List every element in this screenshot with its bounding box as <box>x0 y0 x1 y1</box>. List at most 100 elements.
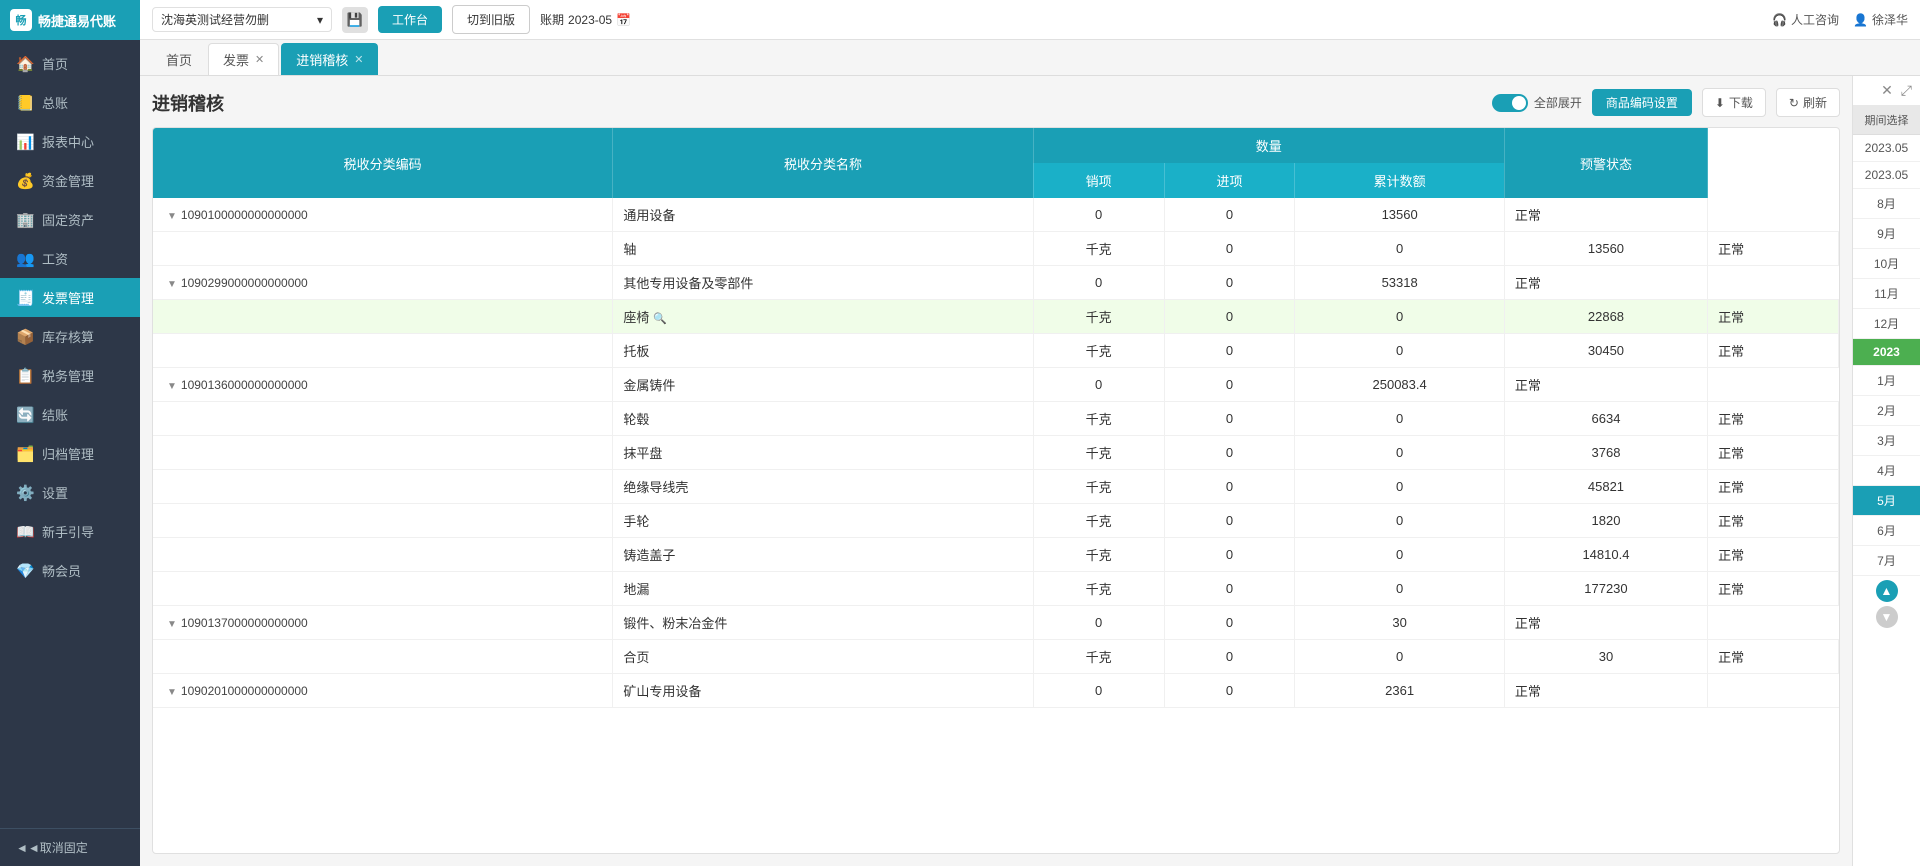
workbench-button[interactable]: 工作台 <box>378 6 442 33</box>
cell-unit: 千克 <box>1033 538 1164 572</box>
period-item[interactable]: 12月 <box>1853 309 1920 339</box>
cell-warning: 正常 <box>1708 300 1839 334</box>
sidebar-label-archive: 归档管理 <box>42 444 94 463</box>
period-nav: ▲ ▼ <box>1853 576 1920 632</box>
calendar-icon[interactable]: 📅 <box>616 13 631 27</box>
cell-purchase: 0 <box>1164 266 1295 300</box>
period-selector-header[interactable]: 期间选择 <box>1853 106 1920 135</box>
old-version-button[interactable]: 切到旧版 <box>452 5 530 34</box>
tab-invoice[interactable]: 发票 ✕ <box>208 43 279 75</box>
sidebar-item-home[interactable]: 🏠首页 <box>0 44 140 83</box>
cell-warning: 正常 <box>1708 232 1839 266</box>
tax-icon: 📋 <box>16 367 34 385</box>
table-row: 铸造盖子 千克 0 0 14810.4 正常 <box>153 538 1839 572</box>
panel-close-button[interactable]: ✕ <box>1881 82 1893 99</box>
th-purchase: 进项 <box>1164 163 1295 198</box>
period-up-button[interactable]: ▲ <box>1876 580 1898 602</box>
sidebar-label-capital: 资金管理 <box>42 171 94 190</box>
cell-unit: 千克 <box>1033 470 1164 504</box>
sidebar-item-payroll[interactable]: 👥工资 <box>0 239 140 278</box>
cell-code <box>153 470 613 504</box>
cell-name: 其他专用设备及零部件 <box>613 266 1033 300</box>
cell-warning: 正常 <box>1708 572 1839 606</box>
sidebar-item-report[interactable]: 📊报表中心 <box>0 122 140 161</box>
cell-name: 锻件、粉末冶金件 <box>613 606 1033 640</box>
sidebar-item-archive[interactable]: 🗂️归档管理 <box>0 434 140 473</box>
table-body: ▼1090100000000000000 通用设备 0 0 13560 正常 轴… <box>153 198 1839 708</box>
sidebar-label-inventory: 库存核算 <box>42 327 94 346</box>
search-icon[interactable]: 🔍 <box>653 313 667 325</box>
company-name: 沈海英测试经营勿删 <box>161 11 311 28</box>
settings-icon: ⚙️ <box>16 484 34 502</box>
period-item[interactable]: 2023.05 <box>1853 135 1920 162</box>
user-profile[interactable]: 👤 徐泽华 <box>1853 11 1908 28</box>
company-selector[interactable]: 沈海英测试经营勿删 ▾ <box>152 7 332 32</box>
cell-warning: 正常 <box>1708 504 1839 538</box>
cell-name: 座椅 🔍 <box>613 300 1033 334</box>
cell-code <box>153 232 613 266</box>
cell-sales: 0 <box>1033 266 1164 300</box>
refresh-button[interactable]: ↻ 刷新 <box>1776 88 1840 117</box>
cell-name: 轮毂 <box>613 402 1033 436</box>
sidebar-item-ledger[interactable]: 📒总账 <box>0 83 140 122</box>
sidebar-unpin[interactable]: ◄◄取消固定 <box>0 828 140 866</box>
cell-sales: 0 <box>1033 368 1164 402</box>
cell-sales: 0 <box>1164 572 1295 606</box>
period-item[interactable]: 2月 <box>1853 396 1920 426</box>
tab-reconcile-close[interactable]: ✕ <box>354 53 363 66</box>
sidebar-item-vip[interactable]: 💎畅会员 <box>0 551 140 590</box>
period-item[interactable]: 7月 <box>1853 546 1920 576</box>
sidebar-label-home: 首页 <box>42 54 68 73</box>
cell-unit: 千克 <box>1033 300 1164 334</box>
chevron-down-icon: ▾ <box>317 13 323 27</box>
sidebar-item-guide[interactable]: 📖新手引导 <box>0 512 140 551</box>
period-item[interactable]: 6月 <box>1853 516 1920 546</box>
period-item[interactable]: 1月 <box>1853 366 1920 396</box>
sidebar-nav: 🏠首页📒总账📊报表中心💰资金管理🏢固定资产👥工资🧾发票管理📦库存核算📋税务管理🔄… <box>0 40 140 828</box>
th-tax-name: 税收分类名称 <box>613 128 1033 198</box>
period-item[interactable]: 2023 <box>1853 339 1920 366</box>
expand-all-toggle[interactable]: 全部展开 <box>1492 94 1582 112</box>
sidebar-item-settings[interactable]: ⚙️设置 <box>0 473 140 512</box>
period-item[interactable]: 9月 <box>1853 219 1920 249</box>
tab-invoice-label: 发票 <box>223 50 249 69</box>
sidebar-item-assets[interactable]: 🏢固定资产 <box>0 200 140 239</box>
tab-invoice-close[interactable]: ✕ <box>255 53 264 66</box>
panel-expand-button[interactable]: ⤢ <box>1901 82 1912 99</box>
cell-purchase: 0 <box>1295 300 1504 334</box>
cell-cumulative: 3768 <box>1504 436 1707 470</box>
cell-name: 绝缘导线壳 <box>613 470 1033 504</box>
cell-name: 矿山专用设备 <box>613 674 1033 708</box>
period-item[interactable]: 8月 <box>1853 189 1920 219</box>
sidebar-label-assets: 固定资产 <box>42 210 94 229</box>
period-item[interactable]: 2023.05 <box>1853 162 1920 189</box>
sidebar-item-inventory[interactable]: 📦库存核算 <box>0 317 140 356</box>
period-item[interactable]: 10月 <box>1853 249 1920 279</box>
cell-warning: 正常 <box>1708 538 1839 572</box>
download-button[interactable]: ⬇ 下载 <box>1702 88 1766 117</box>
cell-sales: 0 <box>1164 640 1295 674</box>
sidebar-item-invoice-mgmt[interactable]: 🧾发票管理 <box>0 278 140 317</box>
save-icon[interactable]: 💾 <box>342 7 368 33</box>
tab-home[interactable]: 首页 <box>152 44 206 75</box>
sidebar-item-tax[interactable]: 📋税务管理 <box>0 356 140 395</box>
period-item[interactable]: 4月 <box>1853 456 1920 486</box>
cell-cumulative: 22868 <box>1504 300 1707 334</box>
sidebar-item-settlement[interactable]: 🔄结账 <box>0 395 140 434</box>
product-code-button[interactable]: 商品编码设置 <box>1592 89 1692 116</box>
cell-cumulative: 53318 <box>1295 266 1504 300</box>
cell-purchase: 0 <box>1164 606 1295 640</box>
period-down-button[interactable]: ▼ <box>1876 606 1898 628</box>
tab-reconcile[interactable]: 进销稽核 ✕ <box>281 43 378 75</box>
support-button[interactable]: 🎧 人工咨询 <box>1772 11 1839 28</box>
period-item[interactable]: 5月 <box>1853 486 1920 516</box>
switch-track[interactable] <box>1492 94 1528 112</box>
sidebar-item-capital[interactable]: 💰资金管理 <box>0 161 140 200</box>
invoice-mgmt-icon: 🧾 <box>16 289 34 307</box>
period-item[interactable]: 11月 <box>1853 279 1920 309</box>
tabbar: 首页 发票 ✕ 进销稽核 ✕ <box>140 40 1920 76</box>
cell-name: 抹平盘 <box>613 436 1033 470</box>
cell-sales: 0 <box>1164 436 1295 470</box>
period-item[interactable]: 3月 <box>1853 426 1920 456</box>
cell-code <box>153 504 613 538</box>
